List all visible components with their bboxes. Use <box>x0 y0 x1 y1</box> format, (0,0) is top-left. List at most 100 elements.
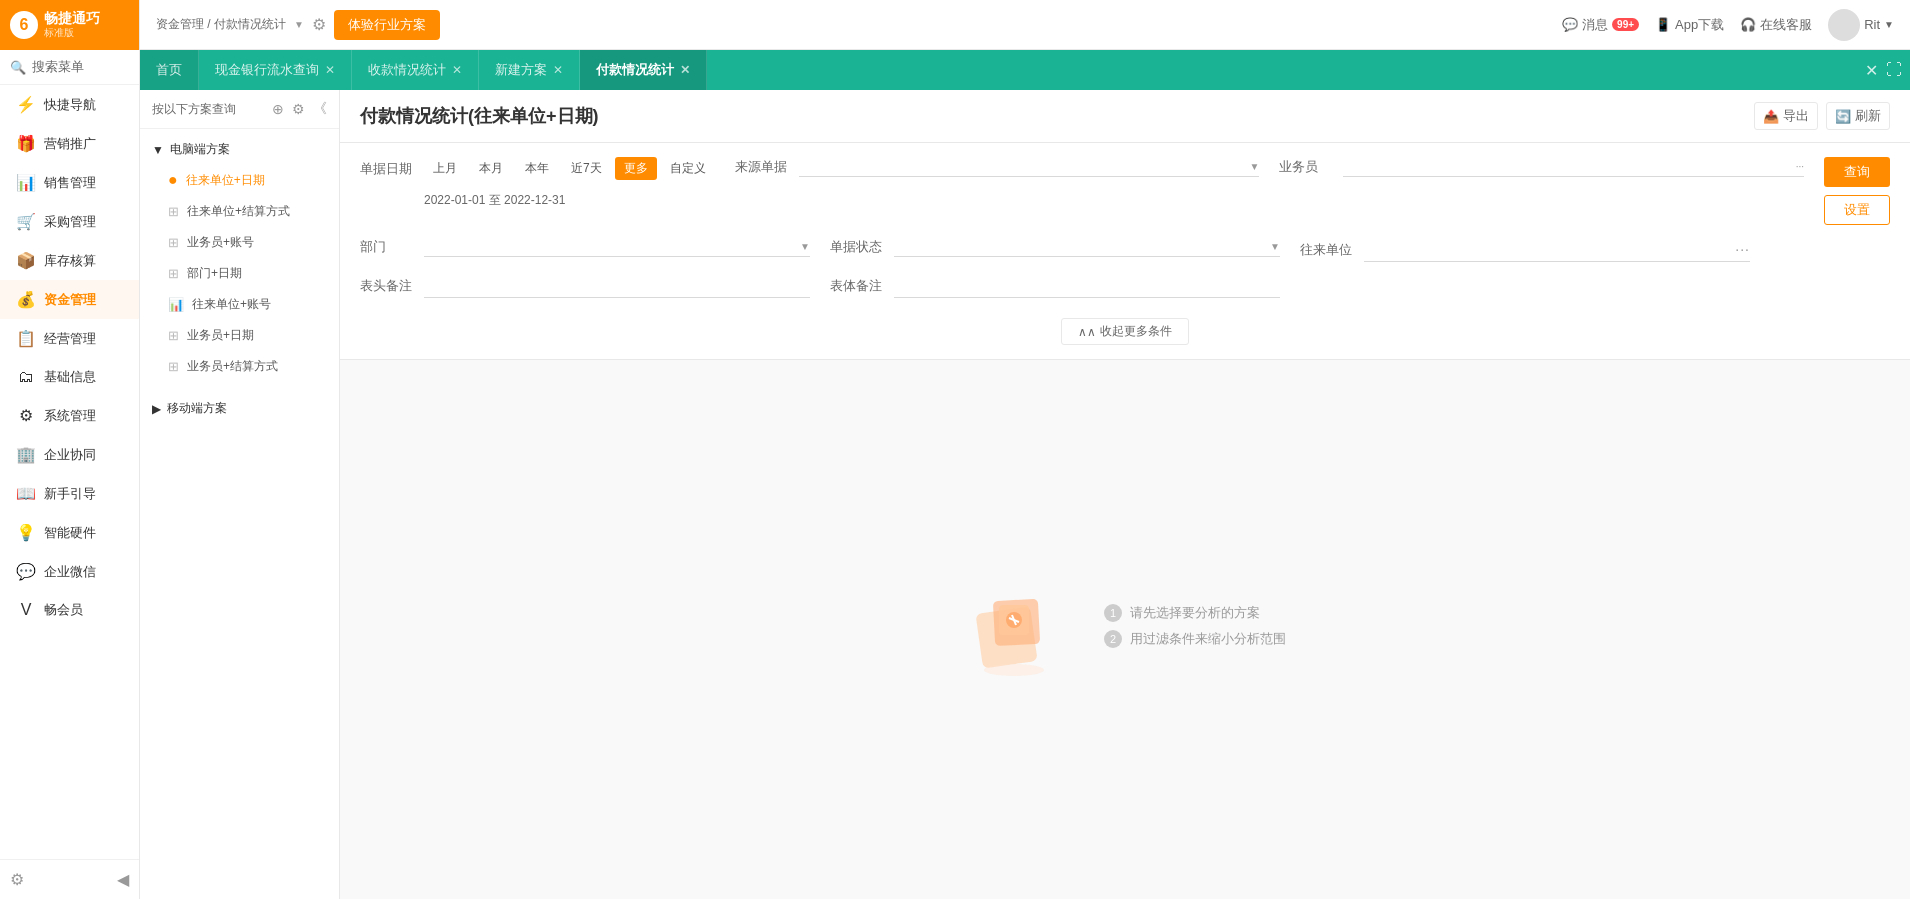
date-btn-last-month[interactable]: 上月 <box>424 157 466 180</box>
sidebar-item-purchase[interactable]: 🛒 采购管理 <box>0 202 139 241</box>
partner-select[interactable]: ··· <box>1364 237 1750 262</box>
filter-bill-status: 单据状态 ▼ <box>830 237 1280 257</box>
scheme-label: 业务员+结算方式 <box>187 358 278 375</box>
tab-new-scheme-label: 新建方案 <box>495 61 547 79</box>
sidebar-item-label: 智能硬件 <box>44 524 96 542</box>
scheme-partner-date[interactable]: ● 往来单位+日期 <box>140 164 339 196</box>
tab-payment-stats[interactable]: 付款情况统计 ✕ <box>580 50 707 90</box>
bill-status-label: 单据状态 <box>830 238 886 256</box>
topbar: 资金管理 / 付款情况统计 ▼ ⚙ 体验行业方案 💬 消息 99+ 📱 App下… <box>140 0 1910 50</box>
system-icon: ⚙ <box>16 406 36 425</box>
message-button[interactable]: 💬 消息 99+ <box>1562 16 1639 34</box>
hint-text-1: 请先选择要分析的方案 <box>1130 604 1260 622</box>
scheme-salesman-account[interactable]: ⊞ 业务员+账号 <box>140 227 339 258</box>
trial-industry-button[interactable]: 体验行业方案 <box>334 10 440 40</box>
body-note-input[interactable] <box>894 274 1280 298</box>
scheme-dept-date[interactable]: ⊞ 部门+日期 <box>140 258 339 289</box>
sidebar-item-system[interactable]: ⚙ 系统管理 <box>0 396 139 435</box>
sidebar-item-smart-hw[interactable]: 💡 智能硬件 <box>0 513 139 552</box>
export-icon: 📤 <box>1763 109 1779 124</box>
logo-icon: 6 <box>10 11 38 39</box>
filter-row-1: 单据日期 上月 本月 本年 近7天 更多 自定义 2022-01-0 <box>360 157 1890 225</box>
dept-select[interactable]: ▼ <box>424 237 810 257</box>
date-btn-7days[interactable]: 近7天 <box>562 157 611 180</box>
bill-status-select[interactable]: ▼ <box>894 237 1280 257</box>
sidebar-item-member[interactable]: V 畅会员 <box>0 591 139 629</box>
source-bill-arrow: ▼ <box>1249 161 1259 172</box>
tab-payment-stats-close[interactable]: ✕ <box>680 63 690 77</box>
tab-fullscreen-icon[interactable]: ⛶ <box>1886 61 1902 79</box>
pc-group-title[interactable]: ▼ 电脑端方案 <box>140 135 339 164</box>
tab-bank-flow-close[interactable]: ✕ <box>325 63 335 77</box>
sidebar: 6 畅捷通巧 标准版 🔍 搜索菜单 ⚡ 快捷导航 🎁 营销推广 📊 销售管理 🛒… <box>0 0 140 899</box>
svg-point-2 <box>984 664 1044 676</box>
sidebar-item-inventory[interactable]: 📦 库存核算 <box>0 241 139 280</box>
topbar-right: 💬 消息 99+ 📱 App下载 🎧 在线客服 Rit ▼ <box>1562 9 1894 41</box>
mobile-group-title[interactable]: ▶ 移动端方案 <box>140 394 339 423</box>
scheme-salesman-date[interactable]: ⊞ 业务员+日期 <box>140 320 339 351</box>
sidebar-item-operations[interactable]: 📋 经营管理 <box>0 319 139 358</box>
app-download-button[interactable]: 📱 App下载 <box>1655 16 1724 34</box>
date-btn-more[interactable]: 更多 <box>615 157 657 180</box>
filter-settings-button[interactable]: 设置 <box>1824 195 1890 225</box>
hint-num-1: 1 <box>1104 604 1122 622</box>
main-area: 资金管理 / 付款情况统计 ▼ ⚙ 体验行业方案 💬 消息 99+ 📱 App下… <box>140 0 1910 899</box>
topbar-settings-icon[interactable]: ⚙ <box>312 15 326 34</box>
head-note-input[interactable] <box>424 274 810 298</box>
message-icon: 💬 <box>1562 17 1578 32</box>
online-service-button[interactable]: 🎧 在线客服 <box>1740 16 1812 34</box>
bill-date-label: 单据日期 <box>360 160 416 178</box>
filter-row-3: 表头备注 表体备注 <box>360 274 1890 298</box>
sidebar-item-label: 企业协同 <box>44 446 96 464</box>
filter-source-bill: 来源单据 ▼ <box>735 157 1260 177</box>
tab-new-scheme-close[interactable]: ✕ <box>553 63 563 77</box>
breadcrumb: 资金管理 / 付款情况统计 <box>156 16 286 33</box>
sidebar-item-marketing[interactable]: 🎁 营销推广 <box>0 124 139 163</box>
sidebar-item-sales[interactable]: 📊 销售管理 <box>0 163 139 202</box>
member-icon: V <box>16 601 36 619</box>
export-button[interactable]: 📤 导出 <box>1754 102 1818 130</box>
date-btn-this-year[interactable]: 本年 <box>516 157 558 180</box>
tab-new-scheme[interactable]: 新建方案 ✕ <box>479 50 580 90</box>
settings-icon[interactable]: ⚙ <box>10 870 24 889</box>
sidebar-item-label: 企业微信 <box>44 563 96 581</box>
tab-receipt-stats-close[interactable]: ✕ <box>452 63 462 77</box>
scheme-label: 部门+日期 <box>187 265 242 282</box>
sidebar-item-quick-nav[interactable]: ⚡ 快捷导航 <box>0 85 139 124</box>
collapse-button[interactable]: ∧∧ 收起更多条件 <box>1061 318 1189 345</box>
salesman-select[interactable]: ··· <box>1343 157 1804 177</box>
source-bill-select[interactable]: ▼ <box>799 157 1260 177</box>
tab-receipt-stats[interactable]: 收款情况统计 ✕ <box>352 50 479 90</box>
sidebar-item-weixin[interactable]: 💬 企业微信 <box>0 552 139 591</box>
collapse-panel-icon[interactable]: 《 <box>313 100 327 118</box>
scheme-salesman-settle[interactable]: ⊞ 业务员+结算方式 <box>140 351 339 382</box>
scheme-partner-account[interactable]: 📊 往来单位+账号 <box>140 289 339 320</box>
sidebar-item-guide[interactable]: 📖 新手引导 <box>0 474 139 513</box>
logo-text: 畅捷通巧 标准版 <box>44 10 100 41</box>
sidebar-item-label: 库存核算 <box>44 252 96 270</box>
search-menu[interactable]: 🔍 搜索菜单 <box>0 50 139 85</box>
user-menu[interactable]: Rit ▼ <box>1828 9 1894 41</box>
scheme-icon-6: ⊞ <box>168 328 179 343</box>
left-panel-header: 按以下方案查询 ⊕ ⚙ 《 <box>140 90 339 129</box>
scheme-icon-5: 📊 <box>168 297 184 312</box>
partner-dots: ··· <box>1735 241 1750 257</box>
tab-close-all-icon[interactable]: ✕ <box>1865 61 1878 80</box>
user-dropdown-icon: ▼ <box>1884 19 1894 30</box>
sidebar-item-finance[interactable]: 💰 资金管理 <box>0 280 139 319</box>
tab-bank-flow[interactable]: 现金银行流水查询 ✕ <box>199 50 352 90</box>
scheme-partner-settle[interactable]: ⊞ 往来单位+结算方式 <box>140 196 339 227</box>
query-button[interactable]: 查询 <box>1824 157 1890 187</box>
tab-actions: ✕ ⛶ <box>1857 50 1910 90</box>
date-btn-this-month[interactable]: 本月 <box>470 157 512 180</box>
tab-payment-stats-label: 付款情况统计 <box>596 61 674 79</box>
add-scheme-icon[interactable]: ⊕ <box>272 101 284 117</box>
collapse-sidebar-icon[interactable]: ◀ <box>117 870 129 889</box>
sidebar-item-basic-info[interactable]: 🗂 基础信息 <box>0 358 139 396</box>
sidebar-item-enterprise[interactable]: 🏢 企业协同 <box>0 435 139 474</box>
tab-home[interactable]: 首页 <box>140 50 199 90</box>
refresh-button[interactable]: 🔄 刷新 <box>1826 102 1890 130</box>
sidebar-item-label: 基础信息 <box>44 368 96 386</box>
date-btn-custom[interactable]: 自定义 <box>661 157 715 180</box>
scheme-settings-icon[interactable]: ⚙ <box>292 101 305 117</box>
